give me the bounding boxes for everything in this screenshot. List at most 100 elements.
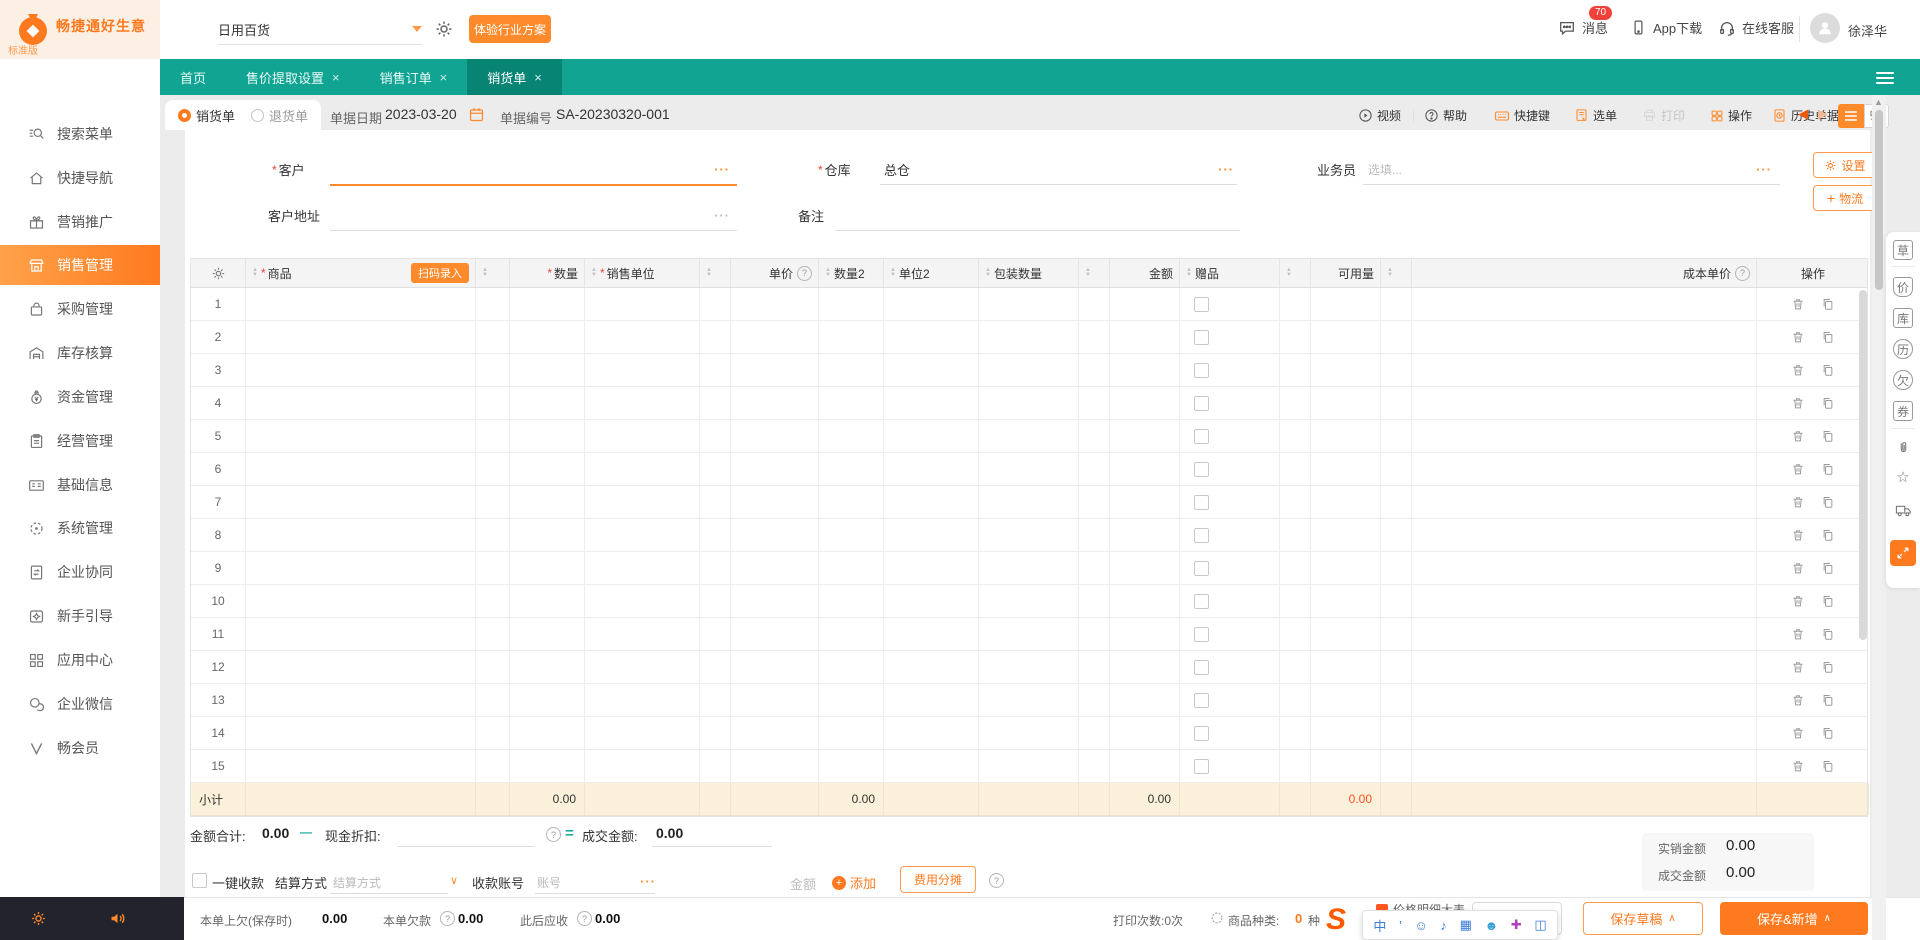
column-settings-gear-icon[interactable] — [211, 266, 226, 281]
cell-price[interactable] — [731, 288, 819, 320]
cell-ops[interactable] — [1757, 387, 1869, 419]
settings-button[interactable]: 设置 — [1813, 152, 1877, 178]
warehouse-picker-dots[interactable]: ··· — [1218, 162, 1234, 177]
app-download-button[interactable]: App下载 — [1630, 18, 1702, 37]
col-header-qty[interactable]: * 数量 — [510, 259, 585, 287]
cell-packqty[interactable] — [979, 651, 1079, 683]
gift-checkbox[interactable] — [1194, 494, 1209, 510]
cell-qty[interactable] — [510, 519, 585, 551]
settle-method-input[interactable] — [330, 893, 448, 894]
cell-qty[interactable] — [510, 717, 585, 749]
cell-s1[interactable] — [476, 288, 510, 320]
video-button[interactable]: 视频 — [1358, 107, 1401, 124]
cell-amount[interactable] — [1110, 717, 1180, 749]
cell-s5[interactable] — [1381, 585, 1412, 617]
cell-unit2[interactable] — [884, 717, 979, 749]
cell-cost[interactable] — [1412, 453, 1757, 485]
remark-input[interactable] — [835, 230, 1240, 231]
cell-s3[interactable] — [1079, 321, 1110, 353]
gift-checkbox[interactable] — [1194, 725, 1209, 741]
cell-amount[interactable] — [1110, 321, 1180, 353]
col-header-packqty[interactable]: ▲ ▼ 包装数量 — [979, 259, 1079, 287]
cell-s1[interactable] — [476, 519, 510, 551]
delete-row-icon[interactable] — [1791, 396, 1805, 410]
pick-order-button[interactable]: 选单 — [1574, 107, 1617, 124]
cell-qty[interactable] — [510, 552, 585, 584]
col-header-s4[interactable]: ▲ ▼ — [1280, 259, 1311, 287]
sidebar-item-9[interactable]: 基础信息 — [0, 465, 160, 505]
cell-price[interactable] — [731, 750, 819, 782]
attachment-icon[interactable] — [1893, 437, 1913, 457]
cell-s3[interactable] — [1079, 684, 1110, 716]
cell-s1[interactable] — [476, 387, 510, 419]
gift-checkbox[interactable] — [1194, 329, 1209, 345]
cell-s5[interactable] — [1381, 552, 1412, 584]
cell-product[interactable] — [246, 387, 476, 419]
sidebar-item-4[interactable]: 销售管理 — [0, 245, 160, 285]
cell-s5[interactable] — [1381, 717, 1412, 749]
sidebar-item-15[interactable]: 畅会员 — [0, 728, 160, 768]
cell-unit[interactable] — [585, 321, 700, 353]
prev-arrow-icon[interactable]: ◀ — [1798, 106, 1808, 122]
cell-qty2[interactable] — [819, 453, 884, 485]
cell-gift[interactable] — [1180, 321, 1280, 353]
cell-amount[interactable] — [1110, 750, 1180, 782]
cell-product[interactable] — [246, 321, 476, 353]
cell-packqty[interactable] — [979, 321, 1079, 353]
fee-help-icon[interactable]: ? — [989, 873, 1004, 888]
cell-qty2[interactable] — [819, 585, 884, 617]
cell-s5[interactable] — [1381, 750, 1412, 782]
cell-qty2[interactable] — [819, 387, 884, 419]
receipt-account-input[interactable] — [535, 893, 655, 894]
cell-s1[interactable] — [476, 750, 510, 782]
cell-s5[interactable] — [1381, 420, 1412, 452]
shortcut-keys-button[interactable]: 快捷键 — [1494, 107, 1550, 124]
cell-avail[interactable] — [1311, 717, 1381, 749]
account-picker-dots[interactable]: ··· — [640, 874, 656, 889]
coupon-icon[interactable]: 券 — [1893, 401, 1913, 421]
cell-amount[interactable] — [1110, 684, 1180, 716]
cell-product[interactable] — [246, 288, 476, 320]
copy-row-icon[interactable] — [1821, 627, 1835, 641]
sort-arrows-icon[interactable]: ▲ ▼ — [1186, 267, 1192, 278]
cell-gift[interactable] — [1180, 717, 1280, 749]
cell-unit2[interactable] — [884, 618, 979, 650]
copy-row-icon[interactable] — [1821, 396, 1835, 410]
cell-qty[interactable] — [510, 420, 585, 452]
cell-unit[interactable] — [585, 750, 700, 782]
cell-avail[interactable] — [1311, 618, 1381, 650]
ime-tool-7[interactable]: ✚ — [1511, 917, 1522, 933]
cell-unit[interactable] — [585, 387, 700, 419]
cell-price[interactable] — [731, 585, 819, 617]
cell-unit[interactable] — [585, 552, 700, 584]
cell-qty2[interactable] — [819, 684, 884, 716]
delete-row-icon[interactable] — [1791, 726, 1805, 740]
cell-packqty[interactable] — [979, 453, 1079, 485]
gift-checkbox[interactable] — [1194, 428, 1209, 444]
cell-unit[interactable] — [585, 519, 700, 551]
cell-amount[interactable] — [1110, 420, 1180, 452]
cell-gift[interactable] — [1180, 618, 1280, 650]
cell-gift[interactable] — [1180, 585, 1280, 617]
cell-amount[interactable] — [1110, 552, 1180, 584]
cell-avail[interactable] — [1311, 420, 1381, 452]
cell-cost[interactable] — [1412, 651, 1757, 683]
cell-cost[interactable] — [1412, 684, 1757, 716]
delete-row-icon[interactable] — [1791, 363, 1805, 377]
warehouse-value[interactable]: 总仓 — [884, 160, 910, 179]
cell-qty[interactable] — [510, 750, 585, 782]
col-header-unit[interactable]: ▲ ▼ * 销售单位 — [585, 259, 700, 287]
cell-s3[interactable] — [1079, 519, 1110, 551]
cell-s1[interactable] — [476, 453, 510, 485]
sort-arrows-icon[interactable]: ▲ ▼ — [591, 267, 597, 278]
owe-icon[interactable]: 欠 — [1893, 370, 1913, 390]
cell-s4[interactable] — [1280, 717, 1311, 749]
cell-s2[interactable] — [700, 453, 731, 485]
cell-packqty[interactable] — [979, 486, 1079, 518]
cell-unit2[interactable] — [884, 321, 979, 353]
cell-qty2[interactable] — [819, 354, 884, 386]
discount-help-icon[interactable]: ? — [546, 827, 561, 842]
sidebar-item-1[interactable]: 搜索菜单 — [0, 114, 160, 154]
next-arrow-icon[interactable]: ▶ — [1818, 106, 1828, 122]
delete-row-icon[interactable] — [1791, 561, 1805, 575]
